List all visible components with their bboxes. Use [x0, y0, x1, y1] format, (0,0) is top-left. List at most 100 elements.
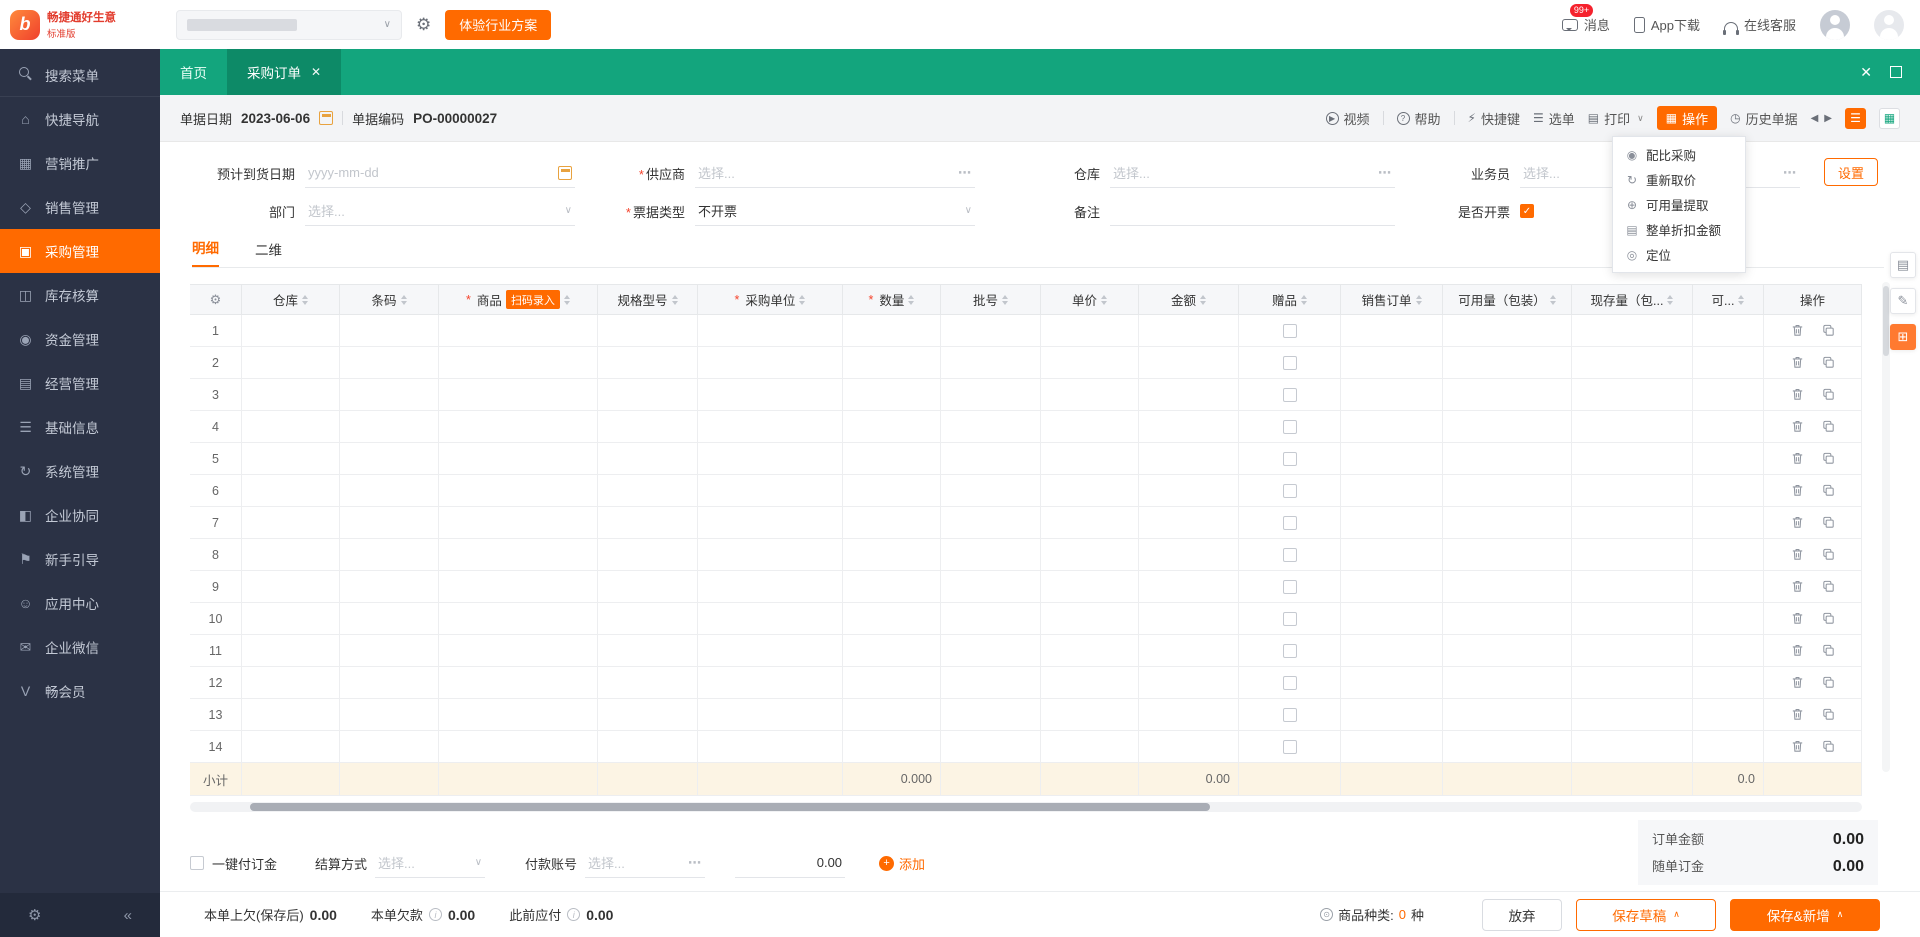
cell-stock_pack[interactable]	[1572, 571, 1693, 602]
cell-unit[interactable]	[698, 443, 843, 474]
cell-warehouse[interactable]	[242, 603, 340, 634]
cell-sales_order[interactable]	[1341, 443, 1443, 474]
cell-warehouse[interactable]	[242, 315, 340, 346]
cell-available_pack[interactable]	[1443, 731, 1572, 762]
cell-unit[interactable]	[698, 699, 843, 730]
cell-product[interactable]	[439, 635, 598, 666]
copy-row-icon[interactable]	[1821, 739, 1836, 754]
cell-sales_order[interactable]	[1341, 699, 1443, 730]
sort-icon[interactable]	[400, 294, 407, 305]
department-select[interactable]: 选择... ∨	[305, 196, 575, 226]
copy-row-icon[interactable]	[1821, 643, 1836, 658]
discard-button[interactable]: 放弃	[1482, 898, 1562, 931]
delete-row-icon[interactable]	[1790, 739, 1805, 754]
cell-sales_order[interactable]	[1341, 731, 1443, 762]
cell-warehouse[interactable]	[242, 539, 340, 570]
collapse-sidebar-icon[interactable]: «	[124, 907, 132, 924]
close-all-icon[interactable]: ✕	[1860, 64, 1872, 81]
copy-row-icon[interactable]	[1821, 419, 1836, 434]
cell-sales_order[interactable]	[1341, 315, 1443, 346]
cell-unit[interactable]	[698, 411, 843, 442]
copy-row-icon[interactable]	[1821, 451, 1836, 466]
chevron-down-icon[interactable]: ∨	[565, 205, 572, 216]
column-header-barcode[interactable]: 条码	[340, 285, 439, 314]
gift-checkbox[interactable]	[1282, 419, 1297, 434]
cell-stock_pack[interactable]	[1572, 475, 1693, 506]
delete-row-icon[interactable]	[1790, 611, 1805, 626]
cell-price[interactable]	[1041, 507, 1139, 538]
column-header-available_pack[interactable]: 可用量（包装）	[1443, 285, 1572, 314]
delete-row-icon[interactable]	[1790, 483, 1805, 498]
sort-icon[interactable]	[671, 294, 678, 305]
cell-available_pack[interactable]	[1443, 603, 1572, 634]
cell-barcode[interactable]	[340, 635, 439, 666]
sort-icon[interactable]	[1002, 294, 1008, 305]
cell-avail_cut[interactable]	[1693, 603, 1764, 634]
delete-row-icon[interactable]	[1790, 675, 1805, 690]
cell-qty[interactable]	[843, 347, 941, 378]
doc-tab-1[interactable]: 采购订单 ✕	[227, 49, 342, 95]
gift-checkbox[interactable]	[1282, 451, 1297, 466]
cell-avail_cut[interactable]	[1693, 731, 1764, 762]
cell-amount[interactable]	[1139, 571, 1239, 602]
gift-checkbox[interactable]	[1282, 643, 1297, 658]
settle-method-select[interactable]: 选择... ∨	[375, 848, 486, 878]
cell-product[interactable]	[439, 571, 598, 602]
cell-qty[interactable]	[843, 539, 941, 570]
prev-doc-icon[interactable]: ◀	[1811, 113, 1819, 124]
cell-avail_cut[interactable]	[1693, 507, 1764, 538]
cell-spec[interactable]	[598, 443, 698, 474]
calendar-icon[interactable]	[558, 165, 572, 180]
cell-sales_order[interactable]	[1341, 667, 1443, 698]
supplier-input[interactable]: 选择... ⋯	[695, 158, 975, 188]
copy-row-icon[interactable]	[1821, 483, 1836, 498]
cell-sales_order[interactable]	[1341, 411, 1443, 442]
hotkey-button[interactable]: ⚡ 快捷键	[1468, 109, 1520, 128]
vertical-scrollbar[interactable]	[1882, 282, 1890, 772]
delete-row-icon[interactable]	[1790, 515, 1805, 530]
cell-sales_order[interactable]	[1341, 603, 1443, 634]
cell-warehouse[interactable]	[242, 635, 340, 666]
cell-available_pack[interactable]	[1443, 699, 1572, 730]
info-icon[interactable]: i	[567, 908, 581, 921]
help-button[interactable]: ? 帮助	[1396, 109, 1441, 128]
delete-row-icon[interactable]	[1790, 643, 1805, 658]
cell-barcode[interactable]	[340, 411, 439, 442]
cell-unit[interactable]	[698, 635, 843, 666]
sort-icon[interactable]	[1667, 294, 1674, 305]
sidebar-item-app-center[interactable]: ☺ 应用中心	[0, 581, 160, 625]
pay-account-select[interactable]: 选择... ⋯	[585, 848, 706, 878]
sidebar-item-system[interactable]: ↻ 系统管理	[0, 449, 160, 493]
gift-checkbox[interactable]	[1282, 323, 1297, 338]
cell-available_pack[interactable]	[1443, 443, 1572, 474]
cell-spec[interactable]	[598, 635, 698, 666]
add-payment-button[interactable]: + 添加	[879, 854, 925, 873]
cell-price[interactable]	[1041, 475, 1139, 506]
column-header-price[interactable]: 单价	[1041, 285, 1139, 314]
cell-spec[interactable]	[598, 475, 698, 506]
sort-icon[interactable]	[908, 294, 915, 305]
cell-available_pack[interactable]	[1443, 667, 1572, 698]
sidebar-item-funds[interactable]: ◉ 资金管理	[0, 317, 160, 361]
copy-row-icon[interactable]	[1821, 387, 1836, 402]
cell-product[interactable]	[439, 411, 598, 442]
secondary-avatar[interactable]	[1874, 9, 1904, 40]
cell-product[interactable]	[439, 443, 598, 474]
remark-input[interactable]	[1110, 196, 1395, 226]
cell-available_pack[interactable]	[1443, 475, 1572, 506]
cell-spec[interactable]	[598, 315, 698, 346]
sidebar-item-inventory[interactable]: ◫ 库存核算	[0, 273, 160, 317]
gift-checkbox[interactable]	[1282, 355, 1297, 370]
cell-barcode[interactable]	[340, 379, 439, 410]
cell-amount[interactable]	[1139, 699, 1239, 730]
calendar-icon[interactable]	[319, 111, 334, 125]
cell-spec[interactable]	[598, 667, 698, 698]
cell-unit[interactable]	[698, 379, 843, 410]
horizontal-scrollbar[interactable]	[190, 802, 1862, 812]
gift-checkbox[interactable]	[1282, 547, 1297, 562]
cell-spec[interactable]	[598, 347, 698, 378]
cell-spec[interactable]	[598, 379, 698, 410]
column-header-avail_cut[interactable]: 可...	[1693, 285, 1764, 314]
sidebar-item-operations[interactable]: ▤ 经营管理	[0, 361, 160, 405]
column-header-gift[interactable]: 赠品	[1239, 285, 1341, 314]
